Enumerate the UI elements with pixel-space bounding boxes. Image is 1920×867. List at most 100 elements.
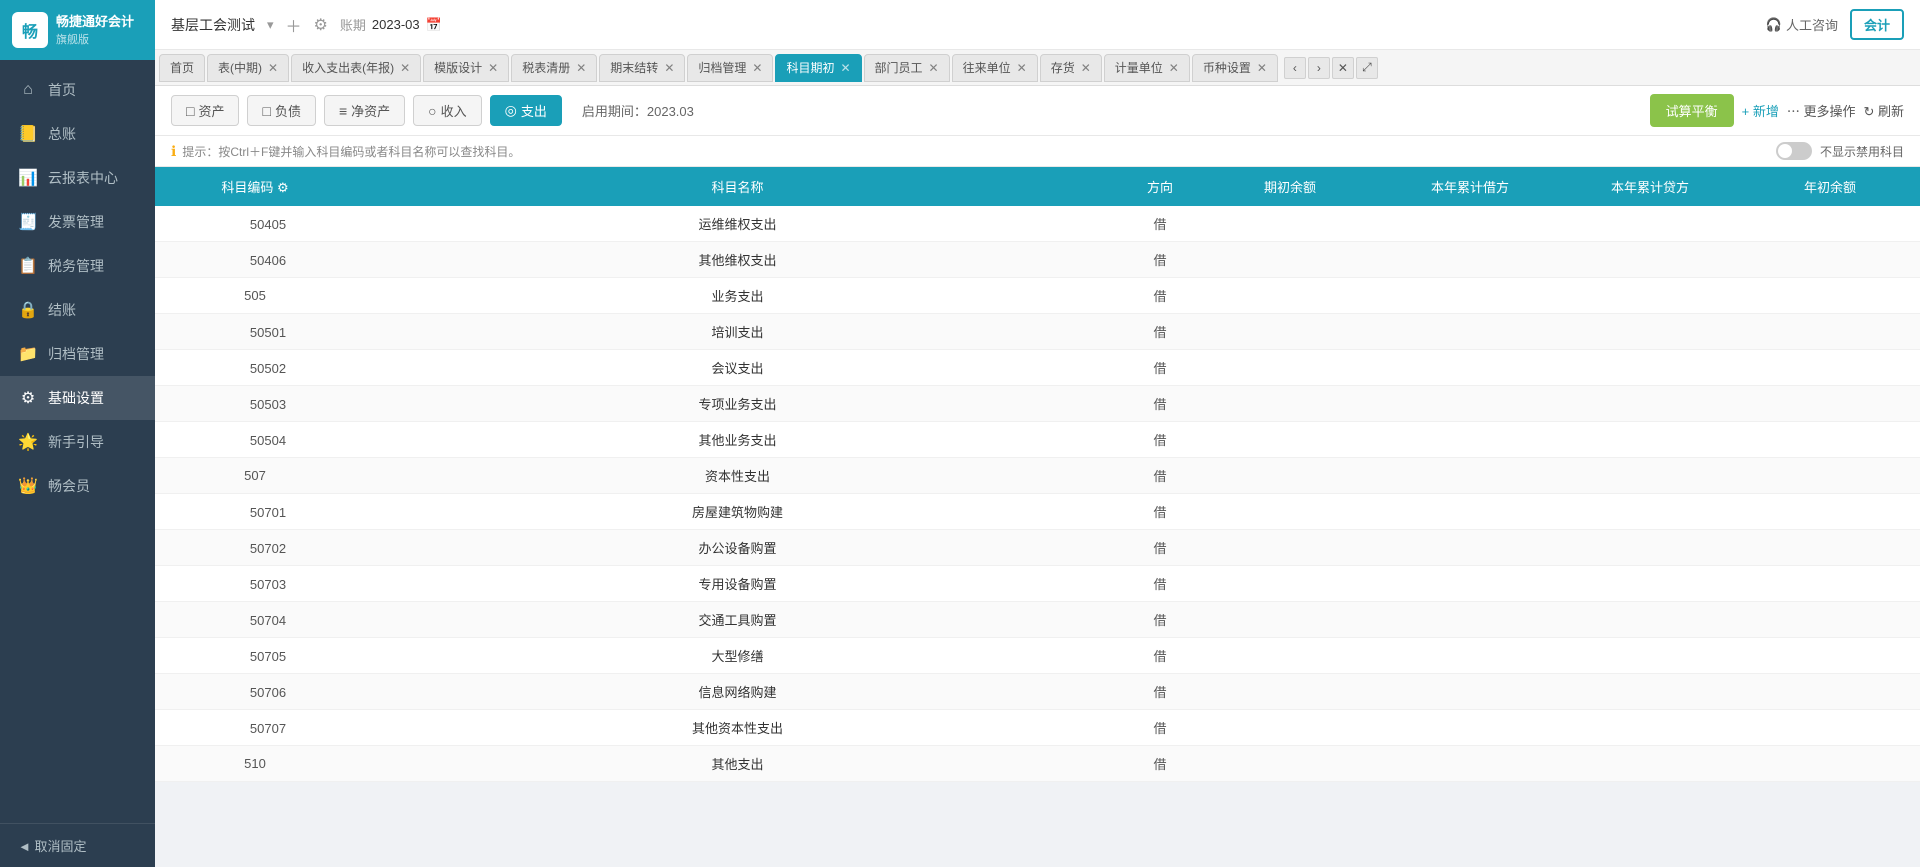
- tab-6[interactable]: 归档管理 ✕: [687, 54, 773, 82]
- sidebar-label-close: 结账: [48, 300, 76, 320]
- cell-year-balance-13: [1740, 674, 1920, 710]
- cell-credit-5: [1560, 386, 1740, 422]
- tab-label-11: 计量单位: [1115, 59, 1163, 76]
- tab-close-8[interactable]: ✕: [929, 61, 939, 75]
- cell-year-balance-8: [1740, 494, 1920, 530]
- tab-5[interactable]: 期末结转✕: [599, 54, 685, 82]
- cell-balance-13: [1200, 674, 1380, 710]
- more-actions-button[interactable]: ⋯ 更多操作: [1787, 101, 1856, 120]
- tab-close-2[interactable]: ✕: [400, 61, 410, 75]
- table-wrapper[interactable]: 科目编码 ⚙科目名称方向期初余额本年累计借方本年累计贷方年初余额 50405 运…: [155, 167, 1920, 867]
- sidebar-item-reports[interactable]: 📊云报表中心: [0, 156, 155, 200]
- tab-bar: 首页表(中期)✕收入支出表(年报)✕模版设计✕税表清册✕期末结转✕归档管理✕科目…: [155, 50, 1920, 86]
- sidebar-item-settings[interactable]: ⚙基础设置: [0, 376, 155, 420]
- cell-credit-0: [1560, 206, 1740, 242]
- tab-next-button[interactable]: ›: [1308, 57, 1330, 79]
- table-row[interactable]: 50405 运维维权支出 借: [155, 206, 1920, 242]
- table-row[interactable]: 50706 信息网络购建 借: [155, 674, 1920, 710]
- tab-4[interactable]: 税表清册✕: [511, 54, 597, 82]
- workspace-dropdown-icon[interactable]: ▾: [267, 17, 274, 33]
- subtab-actions: 试算平衡 + 新增 ⋯ 更多操作 ↻ 刷新: [1650, 94, 1904, 127]
- table-row[interactable]: 505 业务支出 借: [155, 278, 1920, 314]
- sidebar-item-archive[interactable]: 📁归档管理: [0, 332, 155, 376]
- cell-year-balance-5: [1740, 386, 1920, 422]
- tab-9[interactable]: 往来单位 ✕: [952, 54, 1038, 82]
- tab-7[interactable]: 科目期初✕: [775, 54, 861, 82]
- tab-prev-button[interactable]: ‹: [1284, 57, 1306, 79]
- tab-close-5[interactable]: ✕: [664, 61, 674, 75]
- tab-close-9[interactable]: ✕: [1017, 61, 1027, 75]
- add-workspace-button[interactable]: ＋: [286, 13, 302, 37]
- sidebar-item-member[interactable]: 👑畅会员: [0, 464, 155, 508]
- table-row[interactable]: 50502 会议支出 借: [155, 350, 1920, 386]
- tab-close-6[interactable]: ✕: [752, 61, 762, 75]
- workspace-settings-icon[interactable]: ⚙: [314, 15, 328, 35]
- table-row[interactable]: 50504 其他业务支出 借: [155, 422, 1920, 458]
- tab-label-9: 往来单位: [963, 59, 1011, 76]
- tab-close-11[interactable]: ✕: [1169, 61, 1179, 75]
- tab-2[interactable]: 收入支出表(年报)✕: [291, 54, 421, 82]
- sidebar-item-tax[interactable]: 📋税务管理: [0, 244, 155, 288]
- calc-balance-button[interactable]: 试算平衡: [1650, 94, 1734, 127]
- tab-12[interactable]: 币种设置✕: [1192, 54, 1278, 82]
- tab-label-0: 首页: [170, 59, 194, 76]
- refresh-button[interactable]: ↻ 刷新: [1863, 101, 1904, 120]
- sidebar-label-reports: 云报表中心: [48, 168, 118, 188]
- cell-name-8: 房屋建筑物购建: [355, 494, 1120, 530]
- table-row[interactable]: 50406 其他维权支出 借: [155, 242, 1920, 278]
- sidebar-item-close[interactable]: 🔒结账: [0, 288, 155, 332]
- tab-8[interactable]: 部门员工✕: [864, 54, 950, 82]
- cell-debit-13: [1380, 674, 1560, 710]
- cell-name-15: 其他支出: [355, 746, 1120, 782]
- cell-dir-0: 借: [1120, 206, 1200, 242]
- tab-0[interactable]: 首页: [159, 54, 205, 82]
- column-settings-icon[interactable]: ⚙: [277, 180, 289, 196]
- table-row[interactable]: 50704 交通工具购置 借: [155, 602, 1920, 638]
- sidebar-label-member: 畅会员: [48, 476, 90, 496]
- sidebar-item-ledger[interactable]: 📒总账: [0, 112, 155, 156]
- table-row[interactable]: 50707 其他资本性支出 借: [155, 710, 1920, 746]
- tab-11[interactable]: 计量单位 ✕: [1104, 54, 1190, 82]
- sidebar-item-guide[interactable]: 🌟新手引导: [0, 420, 155, 464]
- table-row[interactable]: 50503 专项业务支出 借: [155, 386, 1920, 422]
- cell-year-balance-11: [1740, 602, 1920, 638]
- disabled-toggle[interactable]: [1776, 142, 1812, 160]
- invoice-icon: 🧾: [18, 212, 38, 232]
- subtab-income[interactable]: ○收入: [413, 95, 481, 126]
- cell-balance-1: [1200, 242, 1380, 278]
- tab-close-all-button[interactable]: ✕: [1332, 57, 1354, 79]
- cell-name-14: 其他资本性支出: [355, 710, 1120, 746]
- table-row[interactable]: 50501 培训支出 借: [155, 314, 1920, 350]
- subtab-asset[interactable]: □资产: [171, 95, 239, 126]
- tab-close-12[interactable]: ✕: [1257, 61, 1267, 75]
- tab-1[interactable]: 表(中期)✕: [207, 54, 289, 82]
- calendar-icon[interactable]: 📅: [426, 17, 442, 33]
- sidebar-item-home[interactable]: ⌂首页: [0, 68, 155, 112]
- table-row[interactable]: 510 其他支出 借: [155, 746, 1920, 782]
- tab-close-7[interactable]: ✕: [840, 61, 850, 75]
- table-row[interactable]: 50701 房屋建筑物购建 借: [155, 494, 1920, 530]
- tab-close-1[interactable]: ✕: [268, 61, 278, 75]
- tab-close-3[interactable]: ✕: [488, 61, 498, 75]
- table-row[interactable]: 50705 大型修缮 借: [155, 638, 1920, 674]
- period-info: 启用期间：2023.03: [582, 101, 694, 120]
- sidebar-item-invoice[interactable]: 🧾发票管理: [0, 200, 155, 244]
- tab-expand-button[interactable]: ⤢: [1356, 57, 1378, 79]
- subtab-equity[interactable]: ≡净资产: [324, 95, 405, 126]
- tab-label-6: 归档管理: [698, 59, 746, 76]
- table-row[interactable]: 50703 专用设备购置 借: [155, 566, 1920, 602]
- add-subject-button[interactable]: + 新增: [1742, 101, 1779, 120]
- subtab-expense[interactable]: ◎支出: [490, 95, 562, 126]
- cell-debit-14: [1380, 710, 1560, 746]
- tab-close-10[interactable]: ✕: [1081, 61, 1091, 75]
- tab-10[interactable]: 存货✕: [1040, 54, 1102, 82]
- table-row[interactable]: 507 资本性支出 借: [155, 458, 1920, 494]
- sidebar-footer-collapse[interactable]: ◄ 取消固定: [0, 823, 155, 867]
- table-row[interactable]: 50702 办公设备购置 借: [155, 530, 1920, 566]
- tab-3[interactable]: 模版设计✕: [423, 54, 509, 82]
- service-button[interactable]: 🎧 人工咨询: [1766, 15, 1838, 34]
- subtab-liability[interactable]: □负债: [247, 95, 315, 126]
- user-role-button[interactable]: 会计: [1850, 9, 1904, 40]
- cell-code-5: 50503: [155, 386, 355, 422]
- tab-close-4[interactable]: ✕: [576, 61, 586, 75]
